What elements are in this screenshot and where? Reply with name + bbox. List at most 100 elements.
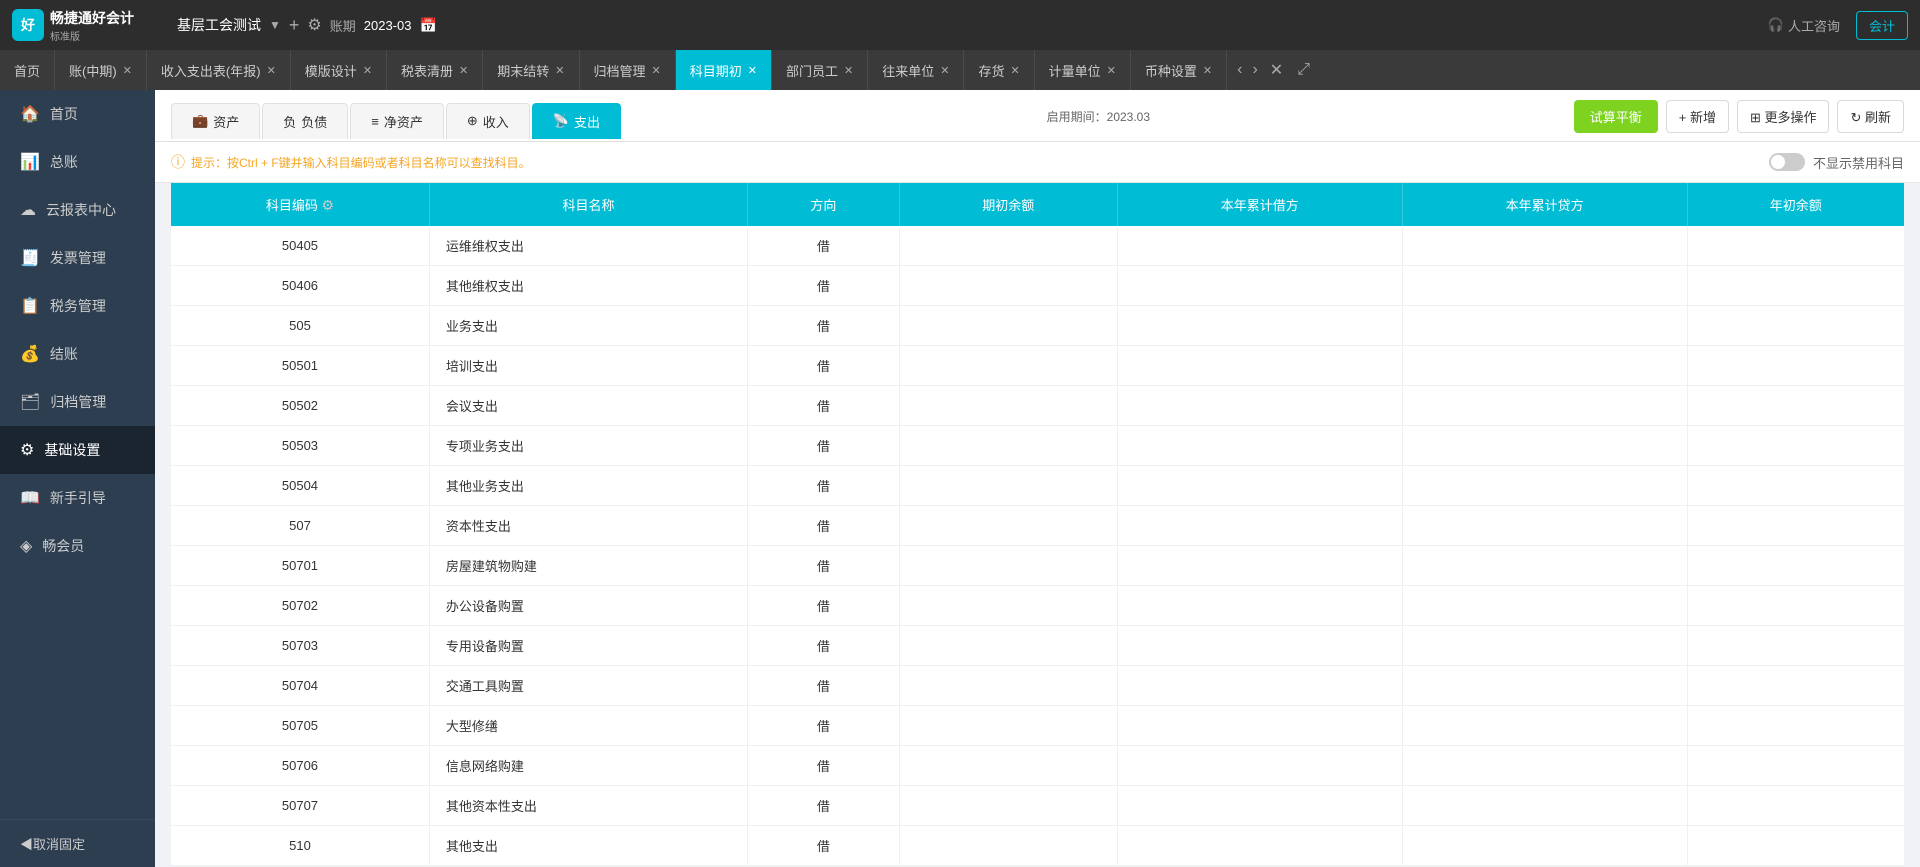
tab-income-report[interactable]: 收入支出表(年报) ✕	[147, 50, 291, 90]
cell-code-6: 50504	[171, 466, 429, 506]
sidebar-item-invoice[interactable]: 🧾 发票管理	[0, 234, 155, 282]
support-btn[interactable]: 🎧 人工咨询	[1768, 16, 1840, 35]
close-tab-currency[interactable]: ✕	[1203, 64, 1212, 77]
tab-period-end[interactable]: 期末结转 ✕	[483, 50, 579, 90]
subtab-liabilities[interactable]: 负 负债	[262, 103, 348, 139]
sidebar-item-settle[interactable]: 💰 结账	[0, 330, 155, 378]
cell-q2-8	[1117, 546, 1402, 586]
tab-measure[interactable]: 计量单位 ✕	[1035, 50, 1131, 90]
period-value: 2023-03	[364, 18, 412, 33]
col-year-opening: 年初余额	[1687, 183, 1904, 226]
subtab-income[interactable]: ⊕ 收入	[446, 103, 530, 139]
table-row[interactable]: 50504 其他业务支出 借	[171, 466, 1904, 506]
settings-btn[interactable]: ⚙	[307, 15, 321, 35]
col-direction: 方向	[748, 183, 899, 226]
tab-close-all[interactable]: ✕	[1264, 58, 1289, 82]
calc-balance-btn[interactable]: 试算平衡	[1574, 100, 1658, 133]
company-dropdown[interactable]: ▼	[269, 18, 281, 32]
tab-home[interactable]: 首页	[0, 50, 55, 90]
cell-name-0: 运维维权支出	[429, 226, 747, 266]
table-wrapper: 科目编码 ⚙ 科目名称 方向 期初余额 本年累计借方 本年累计贷方 年初余额 5…	[155, 183, 1920, 867]
table-row[interactable]: 510 其他支出 借	[171, 826, 1904, 866]
close-tab-inventory[interactable]: ✕	[1010, 64, 1019, 77]
more-ops-btn[interactable]: ⊞ 更多操作	[1737, 100, 1830, 133]
table-row[interactable]: 50707 其他资本性支出 借	[171, 786, 1904, 826]
hint-bar: ⓘ 提示：按Ctrl + F键并输入科目编码或者科目名称可以查找科目。 不显示禁…	[155, 142, 1920, 183]
tab-scroll-left[interactable]: ‹	[1233, 59, 1246, 81]
tab-expand[interactable]: ⤢	[1291, 59, 1316, 81]
close-tab-dept[interactable]: ✕	[844, 64, 853, 77]
tab-period[interactable]: 账(中期) ✕	[55, 50, 147, 90]
close-tab-period[interactable]: ✕	[123, 64, 132, 77]
close-tab-measure[interactable]: ✕	[1107, 64, 1116, 77]
sidebar-item-guide[interactable]: 📖 新手引导	[0, 474, 155, 522]
cell-direction-13: 借	[748, 746, 899, 786]
table-row[interactable]: 50706 信息网络购建 借	[171, 746, 1904, 786]
table-row[interactable]: 50703 专用设备购置 借	[171, 626, 1904, 666]
tab-dept[interactable]: 部门员工 ✕	[772, 50, 868, 90]
close-tab-subject[interactable]: ✕	[748, 64, 757, 77]
tab-scroll-right[interactable]: ›	[1248, 59, 1261, 81]
close-tab-period-end[interactable]: ✕	[555, 64, 564, 77]
cell-q2-14	[1117, 786, 1402, 826]
table-row[interactable]: 50705 大型修缮 借	[171, 706, 1904, 746]
header-center: 基层工会测试 ▼ + ⚙ 账期 2023-03 📅	[167, 15, 1768, 36]
cell-direction-7: 借	[748, 506, 899, 546]
table-row[interactable]: 507 资本性支出 借	[171, 506, 1904, 546]
close-tab-template[interactable]: ✕	[363, 64, 372, 77]
table-row[interactable]: 50405 运维维权支出 借	[171, 226, 1904, 266]
cell-name-12: 大型修缮	[429, 706, 747, 746]
cell-code-14: 50707	[171, 786, 429, 826]
refresh-btn[interactable]: ↻ 刷新	[1837, 100, 1904, 133]
tab-archive[interactable]: 归档管理 ✕	[580, 50, 676, 90]
subtab-net-assets[interactable]: ≡ 净资产	[350, 103, 444, 139]
cell-q2-10	[1117, 626, 1402, 666]
sidebar-item-home[interactable]: 🏠 首页	[0, 90, 155, 138]
close-tab-income[interactable]: ✕	[267, 64, 276, 77]
table-row[interactable]: 50702 办公设备购置 借	[171, 586, 1904, 626]
close-tab-tax[interactable]: ✕	[459, 64, 468, 77]
subtab-expense[interactable]: 📡 支出	[532, 103, 621, 139]
col-code-settings[interactable]: ⚙	[322, 197, 335, 213]
add-btn[interactable]: + 新增	[1666, 100, 1729, 133]
close-tab-contacts[interactable]: ✕	[940, 64, 949, 77]
sidebar-item-vip[interactable]: ◈ 畅会员	[0, 522, 155, 570]
cell-name-13: 信息网络购建	[429, 746, 747, 786]
tab-contacts[interactable]: 往来单位 ✕	[868, 50, 964, 90]
sidebar-item-tax[interactable]: 📋 税务管理	[0, 282, 155, 330]
sidebar-collapse-btn[interactable]: ◀取消固定	[0, 819, 155, 867]
cell-q4-0	[1687, 226, 1904, 266]
subtab-assets[interactable]: 💼 资产	[171, 103, 260, 139]
table-row[interactable]: 50501 培训支出 借	[171, 346, 1904, 386]
sidebar-item-archive[interactable]: 🗂 归档管理	[0, 378, 155, 426]
table-row[interactable]: 505 业务支出 借	[171, 306, 1904, 346]
cell-code-10: 50703	[171, 626, 429, 666]
tab-inventory[interactable]: 存货 ✕	[964, 50, 1034, 90]
cell-q1-8	[899, 546, 1117, 586]
tab-subject-init[interactable]: 科目期初 ✕	[676, 50, 772, 90]
sidebar-item-settings[interactable]: ⚙ 基础设置	[0, 426, 155, 474]
calendar-icon[interactable]: 📅	[419, 17, 436, 34]
account-btn[interactable]: 会计	[1856, 11, 1908, 40]
cell-q4-12	[1687, 706, 1904, 746]
cell-direction-8: 借	[748, 546, 899, 586]
add-workspace-btn[interactable]: +	[289, 15, 300, 36]
table-row[interactable]: 50701 房屋建筑物购建 借	[171, 546, 1904, 586]
table-row[interactable]: 50406 其他维权支出 借	[171, 266, 1904, 306]
tab-template[interactable]: 模版设计 ✕	[291, 50, 387, 90]
cell-q2-1	[1117, 266, 1402, 306]
close-tab-archive[interactable]: ✕	[652, 64, 661, 77]
show-disabled-toggle[interactable]	[1769, 153, 1805, 171]
ledger-icon: 📊	[20, 152, 40, 172]
archive-icon: 🗂	[20, 392, 40, 412]
table-row[interactable]: 50502 会议支出 借	[171, 386, 1904, 426]
sidebar-item-ledger[interactable]: 📊 总账	[0, 138, 155, 186]
income-icon: ⊕	[467, 113, 478, 129]
cell-code-4: 50502	[171, 386, 429, 426]
tab-currency[interactable]: 币种设置 ✕	[1131, 50, 1227, 90]
table-row[interactable]: 50503 专项业务支出 借	[171, 426, 1904, 466]
tab-tax[interactable]: 税表清册 ✕	[387, 50, 483, 90]
table-row[interactable]: 50704 交通工具购置 借	[171, 666, 1904, 706]
sidebar-item-cloud[interactable]: ☁ 云报表中心	[0, 186, 155, 234]
cell-q4-10	[1687, 626, 1904, 666]
